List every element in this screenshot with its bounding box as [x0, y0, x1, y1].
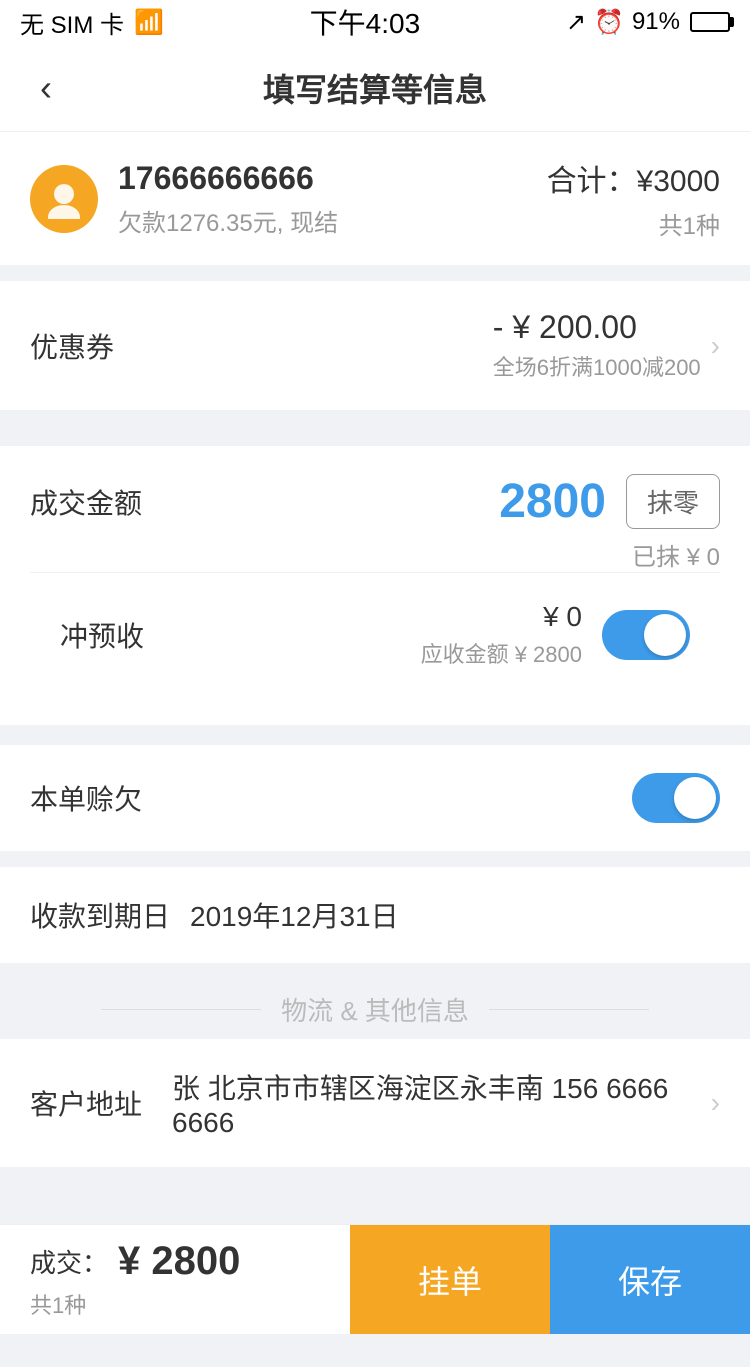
wifi-icon: 📶: [134, 8, 164, 37]
amount-sub: 已抹 ¥ 0: [632, 544, 720, 571]
logistics-text: 物流 & 其他信息: [101, 991, 649, 1028]
alarm-icon: ⏰: [594, 8, 624, 37]
nav-bar: ‹ 填写结算等信息: [0, 44, 750, 132]
due-date-label: 收款到期日: [30, 895, 170, 935]
bottom-summary: 成交： ¥ 2800 共1种: [0, 1239, 350, 1320]
coupon-desc: 全场6折满1000减200: [493, 350, 701, 382]
customer-left: 17666666666 欠款1276.35元, 现结: [30, 160, 338, 238]
prepay-row: 冲预收 ¥ 0 应收金额 ¥ 2800: [30, 572, 720, 697]
bottom-deal-amount: ¥ 2800: [118, 1239, 240, 1284]
amount-right: 2800 抹零: [499, 474, 720, 529]
prepay-amount-val: ¥ 0: [421, 601, 582, 633]
address-chevron-icon: ›: [711, 1087, 720, 1119]
prepay-right: ¥ 0 应收金额 ¥ 2800: [421, 601, 690, 669]
coupon-right: - ¥ 200.00 全场6折满1000减200 ›: [493, 309, 720, 382]
total-amount: 合计：¥3000: [547, 156, 720, 200]
battery-bar: [690, 12, 730, 32]
amount-row: 成交金额 2800 抹零: [30, 474, 720, 529]
carrier-label: 无 SIM 卡: [20, 5, 124, 40]
debt-toggle[interactable]: [632, 773, 720, 823]
page-title: 填写结算等信息: [263, 65, 487, 111]
coupon-row[interactable]: 优惠券 - ¥ 200.00 全场6折满1000减200 ›: [0, 281, 750, 410]
status-right: ↗ ⏰ 91%: [566, 8, 730, 37]
address-value: 张 北京市市辖区海淀区永丰南 156 6666 6666: [172, 1067, 711, 1139]
prepay-label: 冲预收: [60, 615, 144, 655]
address-label: 客户地址: [30, 1083, 142, 1123]
logistics-line-right: [489, 1009, 649, 1010]
round-button[interactable]: 抹零: [626, 474, 720, 529]
save-button-label: 保存: [618, 1257, 682, 1303]
status-time: 下午4:03: [310, 2, 421, 42]
due-date-value: 2019年12月31日: [190, 895, 399, 935]
divider-1: [0, 426, 750, 446]
divider-2: [0, 725, 750, 745]
total-count: 共1种: [547, 206, 720, 241]
logistics-divider: 物流 & 其他信息: [0, 979, 750, 1039]
customer-info: 17666666666 欠款1276.35元, 现结: [118, 160, 338, 238]
logistics-line-left: [101, 1009, 261, 1010]
status-bar: 无 SIM 卡 📶 下午4:03 ↗ ⏰ 91%: [0, 0, 750, 44]
logistics-label: 物流 & 其他信息: [281, 991, 469, 1028]
location-icon: ↗: [566, 8, 586, 37]
debt-label: 本单赊欠: [30, 778, 142, 818]
coupon-discount: - ¥ 200.00: [493, 309, 701, 346]
debt-section: 本单赊欠: [0, 745, 750, 851]
save-button[interactable]: 保存: [550, 1225, 750, 1334]
customer-total: 合计：¥3000 共1种: [547, 156, 720, 241]
chevron-right-icon: ›: [711, 330, 720, 362]
back-button[interactable]: ‹: [30, 57, 62, 119]
prepay-amount-sub: 应收金额 ¥ 2800: [421, 637, 582, 669]
avatar: [30, 165, 98, 233]
hang-button[interactable]: 挂单: [350, 1225, 550, 1334]
customer-card: 17666666666 欠款1276.35元, 现结 合计：¥3000 共1种: [0, 132, 750, 265]
bottom-count: 共1种: [30, 1288, 320, 1320]
status-left: 无 SIM 卡 📶: [20, 5, 164, 40]
due-date-row: 收款到期日 2019年12月31日: [30, 895, 720, 935]
amount-label: 成交金额: [30, 482, 142, 522]
bottom-deal-label: 成交：: [30, 1243, 108, 1280]
debt-toggle-knob: [674, 777, 716, 819]
address-right: ›: [711, 1087, 720, 1119]
customer-phone: 17666666666: [118, 160, 338, 197]
coupon-label: 优惠券: [30, 326, 114, 366]
address-section[interactable]: 客户地址 张 北京市市辖区海淀区永丰南 156 6666 6666 ›: [0, 1039, 750, 1167]
bottom-bar: 成交： ¥ 2800 共1种 挂单 保存: [0, 1224, 750, 1334]
toggle-knob: [644, 614, 686, 656]
hang-button-label: 挂单: [418, 1257, 482, 1303]
prepay-toggle[interactable]: [602, 610, 690, 660]
prepay-amount: ¥ 0 应收金额 ¥ 2800: [421, 601, 582, 669]
amount-value: 2800: [499, 474, 606, 529]
amount-section: 成交金额 2800 抹零 已抹 ¥ 0 冲预收 ¥ 0 应收金额 ¥ 2800: [0, 446, 750, 725]
coupon-section: 优惠券 - ¥ 200.00 全场6折满1000减200 ›: [0, 281, 750, 410]
customer-debt: 欠款1276.35元, 现结: [118, 203, 338, 238]
bottom-deal: 成交： ¥ 2800: [30, 1239, 320, 1284]
bottom-buttons: 挂单 保存: [350, 1225, 750, 1334]
battery-percent: 91%: [632, 8, 680, 36]
due-date-section: 收款到期日 2019年12月31日: [0, 867, 750, 963]
